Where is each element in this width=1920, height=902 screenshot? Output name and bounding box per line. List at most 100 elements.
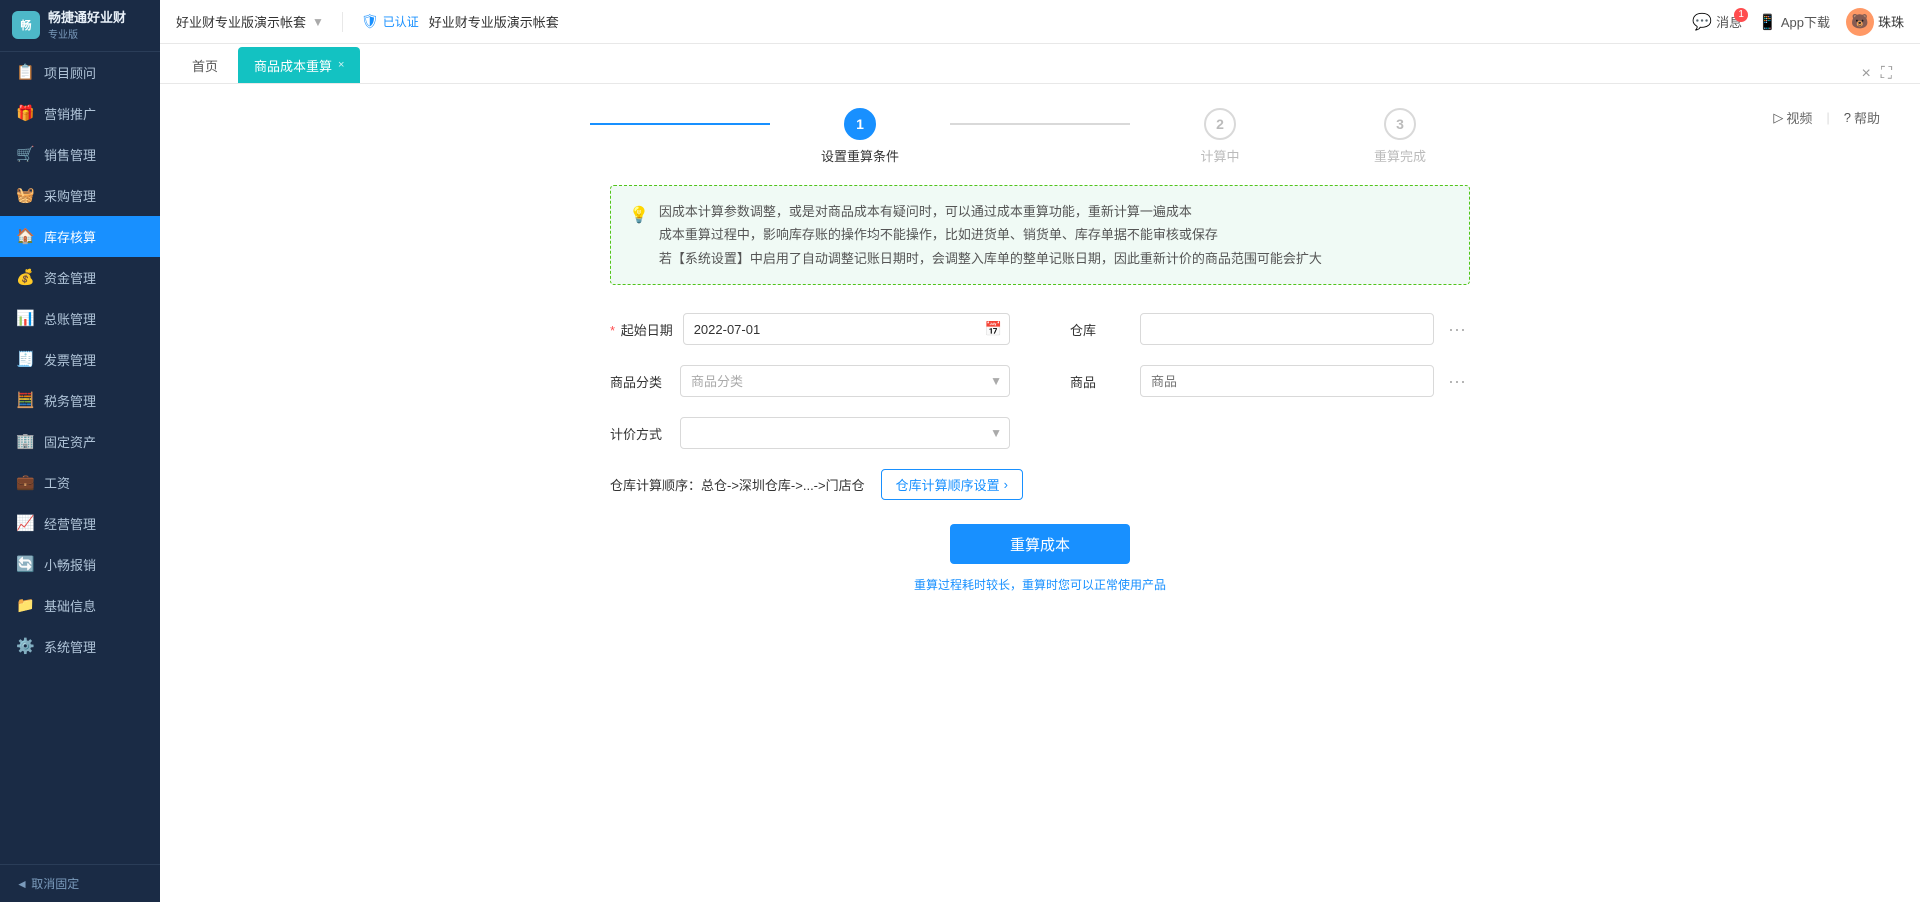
sidebar-item-inventory[interactable]: 🏠 库存核算 <box>0 216 160 257</box>
calc-order-settings-btn[interactable]: 仓库计算顺序设置 › <box>881 469 1023 500</box>
window-expand-btn[interactable]: ⛶ <box>1881 65 1892 83</box>
sidebar-item-expense[interactable]: 🔄 小畅报销 <box>0 544 160 585</box>
window-close-btn[interactable]: × <box>1861 65 1870 83</box>
price-method-field: 计价方式 ▼ <box>610 417 1010 449</box>
category-select-wrapper: 商品分类 ▼ <box>680 365 1010 397</box>
sidebar-item-assets[interactable]: 🏢 固定资产 <box>0 421 160 462</box>
warehouse-more-icon[interactable]: ··· <box>1444 319 1470 340</box>
sidebar-item-basic[interactable]: 📁基础信息 <box>0 585 160 626</box>
sidebar-item-tax[interactable]: 🧮税务管理 <box>0 380 160 421</box>
assets-icon: 🏢 <box>16 432 34 450</box>
logo-icon: 畅 <box>12 11 40 39</box>
app-download-btn[interactable]: 📱 App下载 <box>1758 12 1830 31</box>
product-more-icon[interactable]: ··· <box>1444 371 1470 392</box>
calc-order-label: 仓库计算顺序：总仓->深圳仓库->...->门店仓 <box>610 475 865 494</box>
expense-icon: 🔄 <box>16 555 34 573</box>
invoice-label: 发票管理 <box>44 350 96 369</box>
sidebar-item-system[interactable]: ⚙️系统管理 <box>0 626 160 667</box>
price-method-select[interactable] <box>680 417 1010 449</box>
tab-home[interactable]: 首页 <box>176 47 234 83</box>
topbar: 好业财专业版演示帐套 ▼ 🛡 已认证 好业财专业版演示帐套 💬 消息 1 📱 A… <box>160 0 1920 44</box>
shield-icon: 🛡 <box>361 13 379 30</box>
category-select[interactable]: 商品分类 <box>680 365 1010 397</box>
form-row-1: * 起始日期 📅 仓库 ··· <box>610 313 1470 345</box>
video-link[interactable]: ▷ 视频 <box>1773 108 1812 127</box>
general-icon: 📊 <box>16 309 34 327</box>
step-2-circle: 2 <box>1204 108 1236 140</box>
assets-label: 固定资产 <box>44 432 96 451</box>
sidebar-item-operation[interactable]: 📈经营管理 <box>0 503 160 544</box>
step-1: 1 设置重算条件 <box>770 108 950 165</box>
product-field: 商品 ··· <box>1070 365 1470 397</box>
sidebar-item-marketing[interactable]: 🎁营销推广 <box>0 93 160 134</box>
info-icon: 💡 <box>629 202 649 270</box>
sidebar-item-salary[interactable]: 💼工资 <box>0 462 160 503</box>
basic-label: 基础信息 <box>44 596 96 615</box>
step-3-label: 重算完成 <box>1374 146 1426 165</box>
help-icon: ? <box>1844 110 1851 125</box>
user-menu[interactable]: 🐻 珠珠 <box>1846 8 1904 36</box>
info-line: 成本重算过程中，影响库存账的操作均不能操作，比如进货单、销货单、库存单据不能审核… <box>659 223 1322 246</box>
company-name: 好业财专业版演示帐套 <box>429 12 559 31</box>
account-selector[interactable]: 好业财专业版演示帐套 ▼ <box>176 12 324 31</box>
marketing-icon: 🎁 <box>16 104 34 122</box>
sidebar-unpin[interactable]: ◄ 取消固定 <box>0 864 160 902</box>
start-date-input-wrapper: 📅 <box>683 313 1010 345</box>
tab-home-label: 首页 <box>192 56 218 75</box>
sidebar-item-finance[interactable]: 💰资金管理 <box>0 257 160 298</box>
sidebar-footer-label: ◄ 取消固定 <box>16 875 79 892</box>
recalc-hint: 重算过程耗时较长，重算时您可以正常使用产品 <box>610 576 1470 593</box>
expense-label: 小畅报销 <box>44 555 96 574</box>
salary-icon: 💼 <box>16 473 34 491</box>
calendar-icon[interactable]: 📅 <box>985 321 1002 338</box>
step-2-label: 计算中 <box>1200 146 1239 165</box>
purchase-label: 采购管理 <box>44 186 96 205</box>
sidebar-nav: 📋项目顾问🎁营销推广🛒销售管理🧺采购管理 🏠 库存核算 💰资金管理📊总账管理 🧾 发票管理… <box>0 52 160 864</box>
info-line: 因成本计算参数调整，或是对商品成本有疑问时，可以通过成本重算功能，重新计算一遍成… <box>659 200 1322 223</box>
sidebar-item-project[interactable]: 📋项目顾问 <box>0 52 160 93</box>
project-icon: 📋 <box>16 63 34 81</box>
account-dropdown-icon[interactable]: ▼ <box>312 15 324 29</box>
inventory-icon: 🏠 <box>16 227 34 245</box>
app-subtitle: 专业版 <box>48 26 126 41</box>
topbar-actions: 💬 消息 1 📱 App下载 🐻 珠珠 <box>1692 8 1904 36</box>
calc-order-btn-label: 仓库计算顺序设置 <box>896 475 1000 494</box>
info-text: 因成本计算参数调整，或是对商品成本有疑问时，可以通过成本重算功能，重新计算一遍成… <box>659 200 1322 270</box>
product-label: 商品 <box>1070 372 1130 391</box>
recalc-btn[interactable]: 重算成本 <box>950 524 1130 564</box>
phone-icon: 📱 <box>1758 13 1777 31</box>
warehouse-label: 仓库 <box>1070 320 1130 339</box>
form-row-2: 商品分类 商品分类 ▼ 商品 ··· <box>610 365 1470 397</box>
help-link[interactable]: ? 帮助 <box>1844 108 1880 127</box>
tab-recalc-close[interactable]: × <box>338 59 344 71</box>
main-area: 好业财专业版演示帐套 ▼ 🛡 已认证 好业财专业版演示帐套 💬 消息 1 📱 A… <box>160 0 1920 902</box>
inventory-label: 库存核算 <box>44 227 96 246</box>
message-btn[interactable]: 💬 消息 1 <box>1692 12 1742 32</box>
step-line-1 <box>590 123 770 125</box>
content-area: 1 设置重算条件 2 计算中 3 重算完成 ▷ 视频 | ? 帮助 <box>160 84 1920 902</box>
avatar: 🐻 <box>1846 8 1874 36</box>
sidebar: 畅 畅捷通好业财 专业版 📋项目顾问🎁营销推广🛒销售管理🧺采购管理 🏠 库存核算 💰资… <box>0 0 160 902</box>
system-label: 系统管理 <box>44 637 96 656</box>
form-row-3: 计价方式 ▼ <box>610 417 1470 449</box>
sidebar-item-purchase[interactable]: 🧺采购管理 <box>0 175 160 216</box>
step-1-label: 设置重算条件 <box>821 146 899 165</box>
tab-recalc[interactable]: 商品成本重算× <box>238 47 360 83</box>
step-2: 2 计算中 <box>1130 108 1310 165</box>
sidebar-item-sales[interactable]: 🛒销售管理 <box>0 134 160 175</box>
product-input[interactable] <box>1140 365 1434 397</box>
app-title: 畅捷通好业财 <box>48 10 126 26</box>
sidebar-item-invoice[interactable]: 🧾 发票管理 <box>0 339 160 380</box>
tax-icon: 🧮 <box>16 391 34 409</box>
account-name: 好业财专业版演示帐套 <box>176 12 306 31</box>
invoice-icon: 🧾 <box>16 350 34 368</box>
sidebar-item-general[interactable]: 📊总账管理 <box>0 298 160 339</box>
category-field: 商品分类 商品分类 ▼ <box>610 365 1010 397</box>
app-download-label: App下载 <box>1781 12 1830 31</box>
content-wrapper: 1 设置重算条件 2 计算中 3 重算完成 ▷ 视频 | ? 帮助 <box>200 108 1880 593</box>
step-3: 3 重算完成 <box>1310 108 1490 165</box>
warehouse-input[interactable] <box>1140 313 1434 345</box>
start-date-input[interactable] <box>683 313 1010 345</box>
info-box: 💡 因成本计算参数调整，或是对商品成本有疑问时，可以通过成本重算功能，重新计算一… <box>610 185 1470 285</box>
operation-icon: 📈 <box>16 514 34 532</box>
